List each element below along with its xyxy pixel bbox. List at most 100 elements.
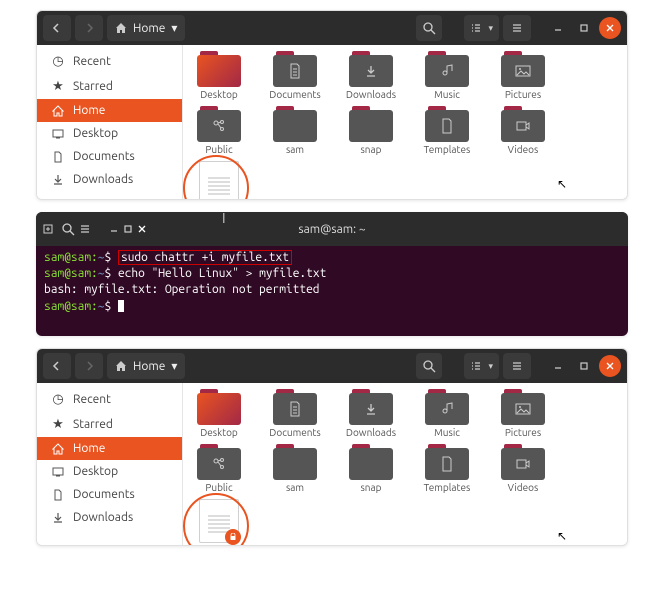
folder-label: Documents — [269, 427, 320, 438]
sidebar-item-home[interactable]: Home — [37, 99, 182, 122]
sidebar-item-recent[interactable]: ◷Recent — [37, 387, 182, 412]
downloads-icon — [51, 174, 65, 186]
lock-icon — [225, 529, 241, 545]
sidebar-item-desktop[interactable]: Desktop — [37, 460, 182, 483]
hamburger-menu-button[interactable] — [503, 353, 531, 379]
folder-snap[interactable]: snap — [343, 106, 399, 155]
folder-label: Templates — [424, 144, 471, 155]
folder-desktop[interactable]: Desktop — [191, 51, 247, 100]
highlighted-command: sudo chattr +i myfile.txt — [118, 250, 292, 265]
view-toggle[interactable]: ▾ — [464, 15, 499, 41]
sidebar-item-documents[interactable]: Documents — [37, 483, 182, 506]
chevron-down-icon: ▾ — [488, 361, 493, 372]
maximize-button[interactable] — [573, 17, 595, 39]
folder-music[interactable]: Music — [419, 389, 475, 438]
terminal-search-button[interactable] — [62, 223, 75, 236]
sidebar-item-label: Documents — [73, 488, 135, 501]
fm-titlebar: Home ▾ ▾ — [37, 11, 627, 45]
sidebar-item-documents[interactable]: Documents — [37, 145, 182, 168]
sidebar-item-downloads[interactable]: Downloads — [37, 506, 182, 529]
sidebar-item-label: Starred — [73, 418, 113, 431]
folder-templates[interactable]: Templates — [419, 444, 475, 493]
sidebar-item-home[interactable]: Home — [37, 437, 182, 460]
nav-forward-button[interactable] — [75, 15, 103, 41]
folder-label: snap — [360, 144, 381, 155]
folder-label: Music — [434, 89, 460, 100]
folder-label: Videos — [508, 482, 539, 493]
sidebar-item-downloads[interactable]: Downloads — [37, 168, 182, 191]
sidebar-item-desktop[interactable]: Desktop — [37, 122, 182, 145]
folder-label: snap — [360, 482, 381, 493]
list-view-icon — [470, 22, 482, 34]
search-button[interactable] — [416, 15, 442, 41]
sidebar-item-label: Recent — [73, 393, 111, 406]
sidebar-item-starred[interactable]: ★Starred — [37, 74, 182, 99]
view-toggle[interactable]: ▾ — [464, 353, 499, 379]
folder-label: sam — [286, 144, 304, 155]
folder-snap[interactable]: snap — [343, 444, 399, 493]
folder-label: Desktop — [200, 89, 238, 100]
terminal-line: sam@sam:~$ sudo chattr +i myfile.txt — [44, 250, 620, 266]
minimize-button[interactable] — [547, 355, 569, 377]
downloads-icon — [51, 512, 65, 524]
location-label: Home — [133, 360, 165, 373]
location-bar[interactable]: Home ▾ — [107, 15, 185, 41]
terminal-title: sam@sam: ~ — [298, 223, 365, 236]
close-button[interactable] — [137, 224, 147, 234]
folder-sam[interactable]: sam — [267, 444, 323, 493]
folder-desktop[interactable]: Desktop — [191, 389, 247, 438]
sidebar-item-label: Starred — [73, 80, 113, 93]
folder-documents[interactable]: Documents — [267, 389, 323, 438]
location-bar[interactable]: Home ▾ — [107, 353, 185, 379]
folder-public[interactable]: Public — [191, 106, 247, 155]
file-manager-window-after: Home ▾ ▾ ◷Recent ★ Starred Home Desktop D… — [36, 348, 628, 546]
nav-back-button[interactable] — [43, 15, 71, 41]
terminal-line: sam@sam:~$ echo "Hello Linux" > myfile.t… — [44, 266, 620, 282]
folder-videos[interactable]: Videos — [495, 444, 551, 493]
term-titlebar: I sam@sam: ~ — [36, 212, 628, 246]
star-icon: ★ — [51, 417, 65, 432]
file-myfile-locked[interactable]: myfile.txt — [191, 499, 247, 546]
maximize-button[interactable] — [573, 355, 595, 377]
folder-public[interactable]: Public — [191, 444, 247, 493]
folder-downloads[interactable]: Downloads — [343, 51, 399, 100]
folder-label: Templates — [424, 482, 471, 493]
folder-pictures[interactable]: Pictures — [495, 51, 551, 100]
fm-titlebar: Home ▾ ▾ — [37, 349, 627, 383]
text-cursor-icon: I — [222, 212, 226, 226]
home-icon — [51, 105, 65, 117]
folder-pictures[interactable]: Pictures — [495, 389, 551, 438]
folder-templates[interactable]: Templates — [419, 106, 475, 155]
minimize-button[interactable] — [109, 224, 119, 234]
chevron-down-icon: ▾ — [488, 23, 493, 34]
folder-documents[interactable]: Documents — [267, 51, 323, 100]
sidebar-item-label: Home — [73, 104, 105, 117]
folder-label: Videos — [508, 144, 539, 155]
close-button[interactable] — [599, 355, 621, 377]
sidebar-item-starred[interactable]: ★ Starred — [37, 412, 182, 437]
terminal-menu-button[interactable] — [79, 223, 91, 235]
text-file-icon — [199, 161, 239, 200]
folder-music[interactable]: Music — [419, 51, 475, 100]
search-button[interactable] — [416, 353, 442, 379]
folder-sam[interactable]: sam — [267, 106, 323, 155]
hamburger-menu-button[interactable] — [503, 15, 531, 41]
new-tab-button[interactable] — [42, 223, 54, 235]
home-icon — [115, 22, 127, 34]
file-manager-window-before: Home ▾ ▾ ◷Recent ★Starred Home Desktop D… — [36, 10, 628, 200]
maximize-button[interactable] — [123, 224, 133, 234]
list-view-icon — [470, 360, 482, 372]
nav-forward-button[interactable] — [75, 353, 103, 379]
nav-back-button[interactable] — [43, 353, 71, 379]
close-button[interactable] — [599, 17, 621, 39]
folder-label: Public — [205, 144, 232, 155]
minimize-button[interactable] — [547, 17, 569, 39]
clock-icon: ◷ — [51, 54, 65, 69]
folder-videos[interactable]: Videos — [495, 106, 551, 155]
folder-label: sam — [286, 482, 304, 493]
folder-label: Downloads — [346, 89, 396, 100]
sidebar-item-recent[interactable]: ◷Recent — [37, 49, 182, 74]
folder-downloads[interactable]: Downloads — [343, 389, 399, 438]
terminal-body[interactable]: sam@sam:~$ sudo chattr +i myfile.txt sam… — [36, 246, 628, 336]
file-myfile[interactable]: myfile.txt — [191, 161, 247, 200]
